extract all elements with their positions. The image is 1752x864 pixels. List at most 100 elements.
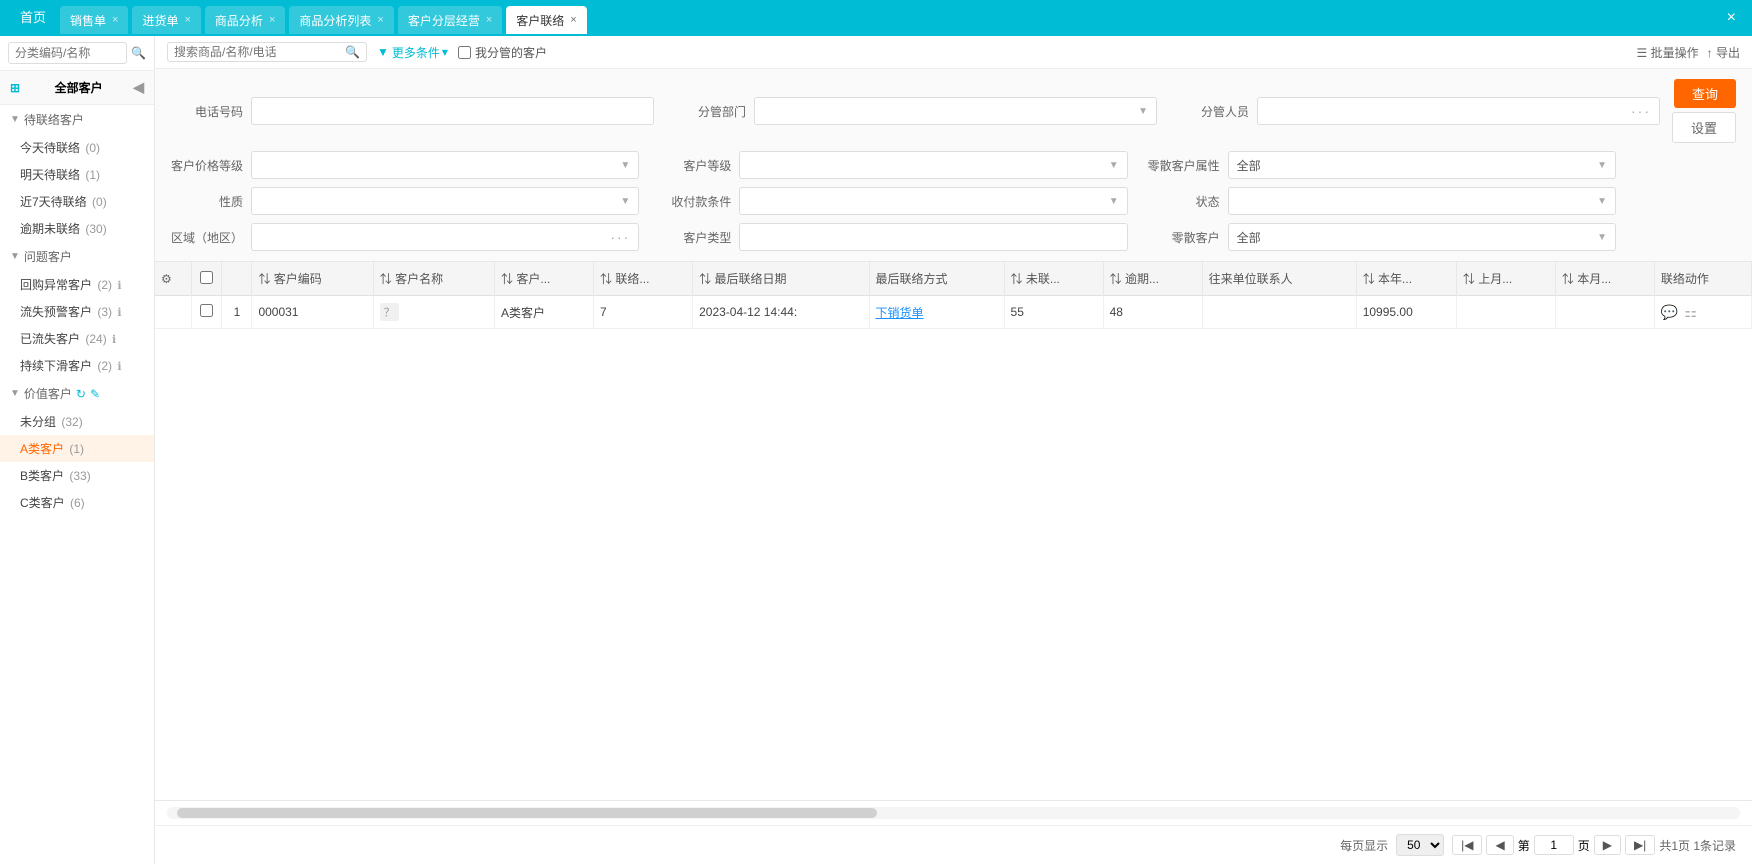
filter-select-price-grade[interactable]: ▼ <box>251 151 639 179</box>
sidebar-item-today[interactable]: 今天待联络 (0) <box>0 134 154 161</box>
nav-tab-customer-tier-close[interactable]: × <box>486 14 492 26</box>
query-button[interactable]: 查询 <box>1674 79 1736 108</box>
nav-tab-customer-tier[interactable]: 客户分层经营 × <box>398 6 502 34</box>
content-area: 🔍 ▼ 更多条件 ▾ 我分管的客户 ☰ 批量操作 ↑ 导出 <box>155 36 1752 864</box>
nav-tab-purchase-label: 进货单 <box>142 12 178 29</box>
filter-select-retail[interactable]: 全部 ▼ <box>1228 223 1616 251</box>
footer: 每页显示 50 |◀ ◀ 第 页 ▶ ▶| 共1页 1条记录 <box>155 825 1752 864</box>
page-input[interactable] <box>1534 835 1574 855</box>
filter-row-3: 性质 ▼ 收付款条件 ▼ 状态 <box>171 187 1736 215</box>
sidebar-group-problem[interactable]: ▼ 问题客户 <box>0 242 154 271</box>
info-icon-1[interactable]: ℹ <box>117 307 121 319</box>
sidebar-group-value[interactable]: ▼ 价值客户 ↻ ✎ <box>0 379 154 408</box>
search-wrap: 🔍 <box>167 42 367 62</box>
sidebar-item-churn-warning[interactable]: 流失预警客户 (3) ℹ <box>0 298 154 325</box>
filter-row-1: 电话号码 分管部门 ▼ 分管人员 ··· <box>171 79 1736 143</box>
filter-input-phone[interactable] <box>251 97 654 125</box>
info-icon-0[interactable]: ℹ <box>117 280 121 292</box>
page-next-btn[interactable]: ▶ <box>1594 835 1621 855</box>
sidebar-collapse-btn[interactable]: ◀ <box>133 79 144 96</box>
sidebar-item-7days[interactable]: 近7天待联络 (0) <box>0 188 154 215</box>
h-scrollbar-thumb[interactable] <box>177 808 877 818</box>
filter-field-region: 区域（地区） ··· <box>171 223 639 251</box>
nav-tab-analysis-list[interactable]: 商品分析列表 × <box>289 6 393 34</box>
filter-field-retail: 零散客户 全部 ▼ <box>1148 223 1616 251</box>
sidebar-item-ungrouped-count: (32) <box>61 415 82 429</box>
nav-tab-customer-tier-label: 客户分层经营 <box>408 12 480 29</box>
sidebar-item-class-c-label: C类客户 <box>20 496 65 510</box>
settings-button[interactable]: 设置 <box>1672 112 1736 143</box>
filter-label-nature: 性质 <box>171 193 251 210</box>
page-first-btn[interactable]: |◀ <box>1452 835 1482 855</box>
sidebar-item-class-c[interactable]: C类客户 (6) <box>0 489 154 516</box>
value-group-refresh-icon[interactable]: ↻ <box>76 387 86 401</box>
last-method-link[interactable]: 下销货单 <box>876 306 924 320</box>
nav-tab-sales-label: 销售单 <box>70 12 106 29</box>
export-icon: ↑ <box>1707 46 1713 60</box>
export-btn[interactable]: ↑ 导出 <box>1707 44 1740 61</box>
sidebar-all-customers-header[interactable]: ⊞ 全部客户 ◀ <box>0 71 154 105</box>
my-customer-checkbox-wrap[interactable]: 我分管的客户 <box>458 44 547 61</box>
sidebar-item-class-a[interactable]: A类客户 (1) <box>0 435 154 462</box>
nav-tab-purchase-close[interactable]: × <box>184 14 190 26</box>
action-phone-icon[interactable]: ⚏ <box>1684 304 1697 321</box>
page-last-btn[interactable]: ▶| <box>1625 835 1655 855</box>
sidebar-item-overdue[interactable]: 逾期未联络 (30) <box>0 215 154 242</box>
sidebar-item-class-b[interactable]: B类客户 (33) <box>0 462 154 489</box>
col-overdue: ⇅ 逾期... <box>1103 262 1202 296</box>
per-page-select[interactable]: 50 <box>1396 834 1444 856</box>
retail-attr-arrow: ▼ <box>1597 160 1607 171</box>
filter-select-status[interactable]: ▼ <box>1228 187 1616 215</box>
my-customer-checkbox[interactable] <box>458 46 471 59</box>
col-settings[interactable]: ⚙ <box>155 262 192 296</box>
search-icon[interactable]: 🔍 <box>345 45 360 59</box>
nav-tab-purchase[interactable]: 进货单 × <box>132 6 200 34</box>
info-icon-2[interactable]: ℹ <box>112 334 116 346</box>
sidebar-search-input[interactable] <box>8 42 127 64</box>
search-input[interactable] <box>174 45 345 59</box>
col-index <box>222 262 252 296</box>
more-filters-btn[interactable]: ▼ 更多条件 ▾ <box>377 44 448 61</box>
h-scrollbar[interactable] <box>167 807 1740 819</box>
row-checkbox[interactable] <box>200 304 213 317</box>
col-last-date: ⇅ 最后联络日期 <box>693 262 869 296</box>
value-group-edit-icon[interactable]: ✎ <box>90 387 100 401</box>
filter-input-region[interactable]: ··· <box>251 223 639 251</box>
nav-tab-sales-close[interactable]: × <box>112 14 118 26</box>
sidebar-group-pending[interactable]: ▼ 待联络客户 <box>0 105 154 134</box>
select-all-checkbox[interactable] <box>200 271 213 284</box>
sidebar-item-repurchase-abnormal[interactable]: 回购异常客户 (2) ℹ <box>0 271 154 298</box>
nav-tab-customer-contact-close[interactable]: × <box>570 14 576 26</box>
filter-input-person[interactable]: ··· <box>1257 97 1660 125</box>
col-checkbox <box>192 262 222 296</box>
filter-input-customer-type[interactable] <box>739 223 1127 251</box>
info-icon-3[interactable]: ℹ <box>117 361 121 373</box>
nav-tab-analysis-close[interactable]: × <box>269 14 275 26</box>
batch-ops-btn[interactable]: ☰ 批量操作 <box>1637 44 1699 61</box>
nav-tab-analysis[interactable]: 商品分析 × <box>205 6 285 34</box>
filter-select-payment[interactable]: ▼ <box>739 187 1127 215</box>
action-message-icon[interactable]: 💬 <box>1661 304 1678 321</box>
sidebar-item-declining-label: 持续下滑客户 <box>20 359 92 373</box>
sidebar-item-ungrouped[interactable]: 未分组 (32) <box>0 408 154 435</box>
nav-home[interactable]: 首页 <box>8 0 58 36</box>
sidebar-item-declining[interactable]: 持续下滑客户 (2) ℹ <box>0 352 154 379</box>
nav-tab-analysis-list-close[interactable]: × <box>377 14 383 26</box>
filter-select-nature[interactable]: ▼ <box>251 187 639 215</box>
sidebar-item-tomorrow[interactable]: 明天待联络 (1) <box>0 161 154 188</box>
window-close-button[interactable]: × <box>1719 9 1744 27</box>
nav-tab-customer-contact[interactable]: 客户联络 × <box>506 6 586 34</box>
value-group-label: 价值客户 <box>24 385 72 402</box>
sidebar-item-today-count: (0) <box>85 141 100 155</box>
page-prev-btn[interactable]: ◀ <box>1486 835 1513 855</box>
sidebar-search-icon[interactable]: 🔍 <box>131 46 146 60</box>
table-area: ⚙ ⇅ 客户编码 ⇅ 客户名称 ⇅ 客户... ⇅ 联络... ⇅ 最后联络日期… <box>155 262 1752 800</box>
export-label: 导出 <box>1716 46 1740 60</box>
sidebar-item-class-a-count: (1) <box>69 442 84 456</box>
filter-select-customer-grade[interactable]: ▼ <box>739 151 1127 179</box>
col-last-method: 最后联络方式 <box>869 262 1004 296</box>
filter-select-dept[interactable]: ▼ <box>754 97 1157 125</box>
sidebar-item-churned[interactable]: 已流失客户 (24) ℹ <box>0 325 154 352</box>
filter-select-retail-attr[interactable]: 全部 ▼ <box>1228 151 1616 179</box>
nav-tab-sales[interactable]: 销售单 × <box>60 6 128 34</box>
